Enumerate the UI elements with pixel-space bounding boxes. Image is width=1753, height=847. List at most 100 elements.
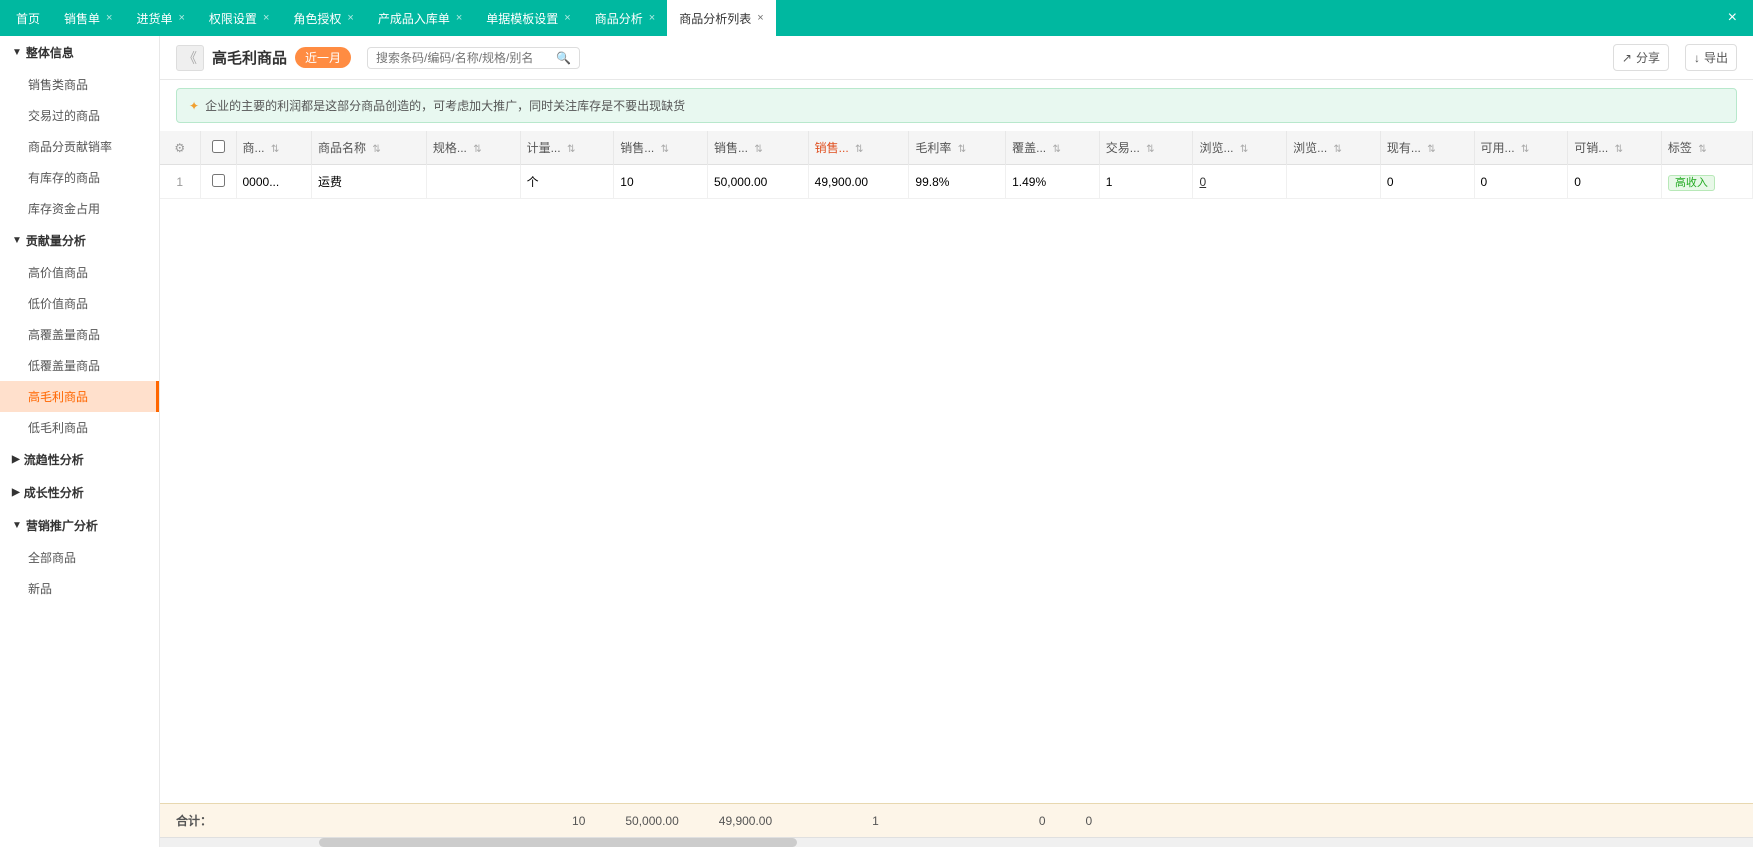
close-icon[interactable]: × [649, 12, 655, 24]
sidebar-item-low-coverage[interactable]: 低覆盖量商品 [0, 350, 159, 381]
search-box: 🔍 [367, 47, 580, 69]
sidebar-item-low-margin[interactable]: 低毛利商品 [0, 412, 159, 443]
col-header-saleable[interactable]: 可销... ⇅ [1568, 131, 1662, 165]
sidebar-section-marketing[interactable]: ▼ 营销推广分析 [0, 509, 159, 542]
nav-sales-order[interactable]: 销售单 × [52, 0, 124, 36]
sort-icon: ⇅ [567, 144, 575, 155]
sidebar-item-all-goods[interactable]: 全部商品 [0, 542, 159, 573]
row-coverage: 1.49% [1006, 165, 1100, 199]
col-header-gross-rate[interactable]: 毛利率 ⇅ [909, 131, 1006, 165]
export-button[interactable]: ↓ 导出 [1685, 44, 1737, 71]
nav-template-settings[interactable]: 单据模板设置 × [474, 0, 582, 36]
sort-icon: ⇅ [1146, 144, 1154, 155]
sidebar-item-traded-goods[interactable]: 交易过的商品 [0, 100, 159, 131]
sort-icon: ⇅ [1615, 144, 1623, 155]
close-icon[interactable]: × [757, 12, 763, 24]
nav-product-analysis-list[interactable]: 商品分析列表 × [667, 0, 775, 36]
col-header-tag[interactable]: 标签 ⇅ [1661, 131, 1752, 165]
horizontal-scrollbar[interactable] [160, 837, 1753, 847]
sidebar-item-high-margin[interactable]: 高毛利商品 [0, 381, 159, 412]
sort-icon: ⇅ [855, 144, 863, 155]
sort-icon: ⇅ [1240, 144, 1248, 155]
row-checkbox[interactable] [212, 174, 225, 187]
row-name: 运费 [311, 165, 426, 199]
col-header-name[interactable]: 商品名称 ⇅ [311, 131, 426, 165]
row-gross-rate: 99.8% [909, 165, 1006, 199]
col-header-code[interactable]: 商... ⇅ [236, 131, 311, 165]
close-icon[interactable]: × [178, 12, 184, 24]
footer-trade: 1 [872, 814, 879, 828]
close-icon[interactable]: × [263, 12, 269, 24]
top-navigation: 首页 销售单 × 进货单 × 权限设置 × 角色授权 × 产成品入库单 × 单据… [0, 0, 1753, 36]
info-banner: ✦ 企业的主要的利润都是这部分商品创造的，可考虑加大推广，同时关注库存是不要出现… [176, 88, 1737, 123]
row-browse2 [1287, 165, 1381, 199]
nav-product-instock[interactable]: 产成品入库单 × [366, 0, 474, 36]
sidebar-item-stock-goods[interactable]: 有库存的商品 [0, 162, 159, 193]
sidebar-item-stock-capital[interactable]: 库存资金占用 [0, 193, 159, 224]
col-header-available[interactable]: 可用... ⇅ [1474, 131, 1568, 165]
footer-sales2: 50,000.00 [625, 814, 678, 828]
filter-recent-month-button[interactable]: 近一月 [295, 47, 351, 68]
col-header-trade[interactable]: 交易... ⇅ [1099, 131, 1193, 165]
window-close-button[interactable]: × [1716, 9, 1749, 27]
arrow-down-icon: ▼ [12, 235, 22, 246]
search-input[interactable] [376, 51, 556, 65]
col-header-browse2[interactable]: 浏览... ⇅ [1287, 131, 1381, 165]
row-sales1: 10 [614, 165, 708, 199]
sidebar-item-new-goods[interactable]: 新品 [0, 573, 159, 604]
main-layout: ▼ 整体信息 销售类商品 交易过的商品 商品分贡献销率 有库存的商品 库存资金占… [0, 36, 1753, 847]
nav-product-analysis[interactable]: 商品分析 × [583, 0, 667, 36]
share-button[interactable]: ↗ 分享 [1613, 44, 1669, 71]
table-row: 1 0000... 运费 个 10 50,000.00 49,900.00 99… [160, 165, 1753, 199]
sidebar-item-contribution-rate[interactable]: 商品分贡献销率 [0, 131, 159, 162]
col-header-spec[interactable]: 规格... ⇅ [426, 131, 520, 165]
col-header-settings[interactable]: ⚙ [160, 131, 200, 165]
nav-role-auth[interactable]: 角色授权 × [281, 0, 365, 36]
sort-icon: ⇅ [1334, 144, 1342, 155]
settings-icon[interactable]: ⚙ [174, 141, 185, 155]
share-icon: ↗ [1622, 51, 1632, 65]
sidebar-section-growth[interactable]: ▶ 成长性分析 [0, 476, 159, 509]
row-trade: 1 [1099, 165, 1193, 199]
close-icon[interactable]: × [564, 12, 570, 24]
sidebar-section-overall[interactable]: ▼ 整体信息 [0, 36, 159, 69]
sidebar: ▼ 整体信息 销售类商品 交易过的商品 商品分贡献销率 有库存的商品 库存资金占… [0, 36, 160, 847]
col-header-checkbox[interactable] [200, 131, 236, 165]
row-checkbox-cell[interactable] [200, 165, 236, 199]
col-header-stock[interactable]: 现有... ⇅ [1380, 131, 1474, 165]
arrow-down-icon: ▼ [12, 520, 22, 531]
close-icon[interactable]: × [347, 12, 353, 24]
close-icon[interactable]: × [106, 12, 112, 24]
sidebar-collapse-button[interactable]: 《 [176, 45, 204, 71]
scrollbar-thumb[interactable] [319, 838, 797, 847]
close-icon[interactable]: × [456, 12, 462, 24]
col-header-sales2[interactable]: 销售... ⇅ [707, 131, 808, 165]
nav-home[interactable]: 首页 [4, 0, 52, 36]
sort-icon: ⇅ [958, 144, 966, 155]
info-icon: ✦ [189, 99, 199, 113]
col-header-browse1[interactable]: 浏览... ⇅ [1193, 131, 1287, 165]
select-all-checkbox[interactable] [212, 140, 225, 153]
sidebar-item-low-value[interactable]: 低价值商品 [0, 288, 159, 319]
row-spec [426, 165, 520, 199]
row-sales2: 50,000.00 [707, 165, 808, 199]
sidebar-item-high-value[interactable]: 高价值商品 [0, 257, 159, 288]
col-header-unit[interactable]: 计量... ⇅ [520, 131, 614, 165]
sidebar-section-trend[interactable]: ▶ 流趋性分析 [0, 443, 159, 476]
nav-permission-settings[interactable]: 权限设置 × [197, 0, 281, 36]
sort-icon: ⇅ [271, 144, 279, 155]
footer-summary-bar: 合计： 10 50,000.00 49,900.00 1 0 0 [160, 803, 1753, 837]
col-header-sales1[interactable]: 销售... ⇅ [614, 131, 708, 165]
product-table: ⚙ 商... ⇅ 商品名称 ⇅ [160, 131, 1753, 199]
row-browse1[interactable]: 0 [1193, 165, 1287, 199]
sidebar-section-contribution[interactable]: ▼ 贡献量分析 [0, 224, 159, 257]
sidebar-item-sales-goods[interactable]: 销售类商品 [0, 69, 159, 100]
col-header-coverage[interactable]: 覆盖... ⇅ [1006, 131, 1100, 165]
nav-purchase-order[interactable]: 进货单 × [124, 0, 196, 36]
col-header-sales3[interactable]: 销售... ⇅ [808, 131, 909, 165]
page-title: 高毛利商品 [212, 47, 287, 68]
search-icon[interactable]: 🔍 [556, 51, 571, 65]
sort-icon: ⇅ [372, 144, 380, 155]
sidebar-item-high-coverage[interactable]: 高覆盖量商品 [0, 319, 159, 350]
row-tag: 高收入 [1661, 165, 1752, 199]
